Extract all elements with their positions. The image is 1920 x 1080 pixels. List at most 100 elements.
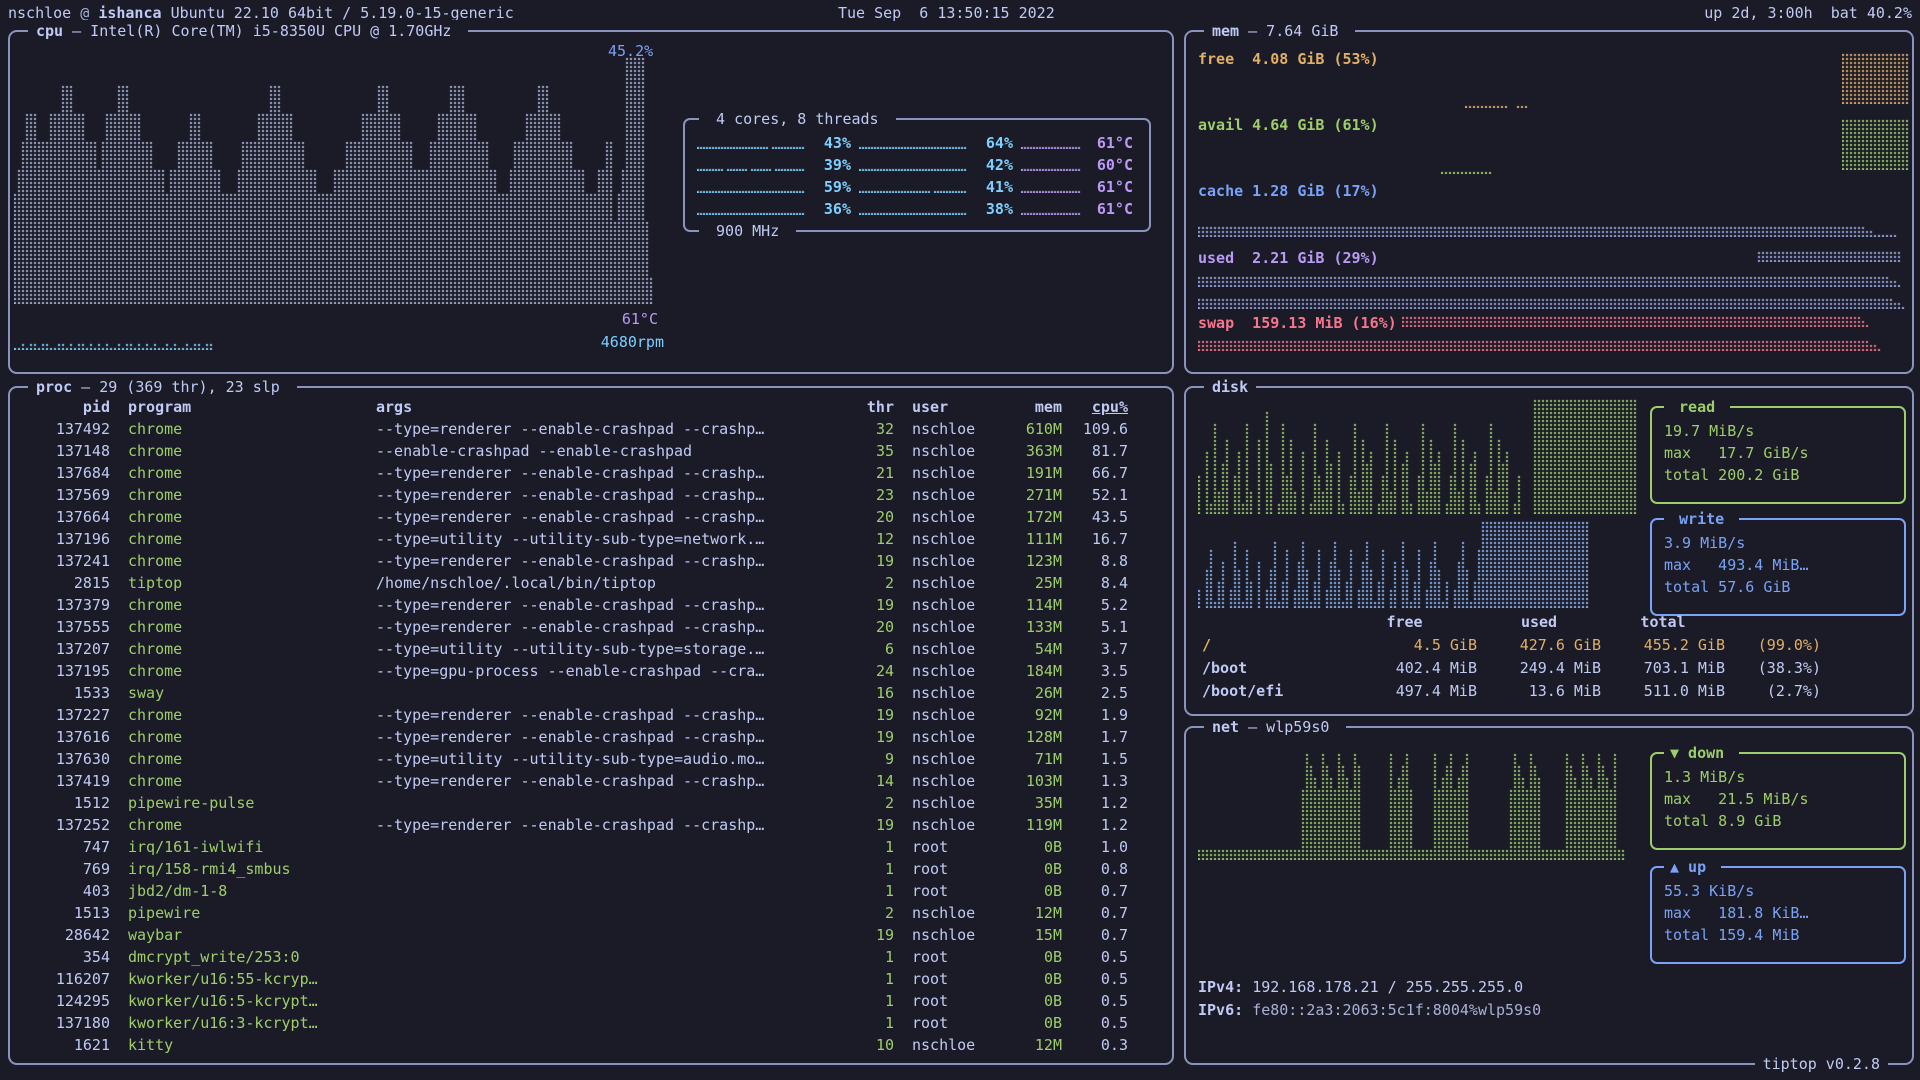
proc-args: --type=renderer --enable-crashpad --cras… xyxy=(376,462,846,484)
proc-args: /home/nschloe/.local/bin/tiptop xyxy=(376,572,846,594)
core-temp-value: 61°C xyxy=(1089,134,1133,152)
thread-load-percent: 43% xyxy=(815,134,851,152)
proc-args: --type=renderer --enable-crashpad --cras… xyxy=(376,418,846,440)
net-up-rate: 55.3 KiB/s xyxy=(1664,880,1892,902)
process-row: 2815 tiptop /home/nschloe/.local/bin/tip… xyxy=(24,572,1164,594)
proc-program: chrome xyxy=(128,770,358,792)
proc-args: --enable-crashpad --enable-crashpad xyxy=(376,440,846,462)
thread-load-sparkline xyxy=(859,137,971,149)
proc-cpu: 0.7 xyxy=(1062,924,1128,946)
net-down-max: max 21.5 MiB/s xyxy=(1664,788,1892,810)
mount-free: 4.5 GiB xyxy=(1332,634,1477,657)
process-row: 1512 pipewire-pulse 2 nschloe 35M 1.2 xyxy=(24,792,1164,814)
proc-args: --type=renderer --enable-crashpad --cras… xyxy=(376,616,846,638)
process-row: 116207 kworker/u16:55-kcryp… 1 root 0B 0… xyxy=(24,968,1164,990)
cpu-panel-title: cpu – Intel(R) Core(TM) i5-8350U CPU @ 1… xyxy=(28,20,468,42)
process-row: 137616 chrome --type=renderer --enable-c… xyxy=(24,726,1164,748)
proc-cpu: 0.5 xyxy=(1062,968,1128,990)
disk-write-total: total 57.6 GiB xyxy=(1664,576,1892,598)
proc-threads: 24 xyxy=(850,660,894,682)
thread-load-sparkline xyxy=(697,181,809,193)
net-up-box: ▲ up 55.3 KiB/s max 181.8 KiB… total 159… xyxy=(1650,866,1906,964)
proc-args xyxy=(376,924,846,946)
proc-user: root xyxy=(912,990,1004,1012)
thread-load-sparkline xyxy=(859,203,971,215)
proc-pid: 137684 xyxy=(24,462,110,484)
proc-mem: 12M xyxy=(1004,902,1062,924)
proc-threads: 10 xyxy=(850,1034,894,1056)
proc-args xyxy=(376,682,846,704)
proc-mem: 172M xyxy=(1004,506,1062,528)
mount-percent: (38.3%) xyxy=(1725,657,1821,680)
proc-args: --type=renderer --enable-crashpad --cras… xyxy=(376,484,846,506)
net-upload-graph xyxy=(1198,862,1638,874)
mount-point: /boot xyxy=(1202,657,1332,680)
proc-threads: 6 xyxy=(850,638,894,660)
col-header-cpu: cpu% xyxy=(1062,396,1128,418)
core-row: 36% 38% 61°C xyxy=(697,198,1149,220)
process-row: 137492 chrome --type=renderer --enable-c… xyxy=(24,418,1164,440)
proc-cpu: 5.1 xyxy=(1062,616,1128,638)
core-temp-sparkline xyxy=(1021,181,1083,193)
proc-cpu: 1.5 xyxy=(1062,748,1128,770)
process-row: 137180 kworker/u16:3-kcrypt… 1 root 0B 0… xyxy=(24,1012,1164,1034)
proc-user: root xyxy=(912,858,1004,880)
proc-mem: 71M xyxy=(1004,748,1062,770)
proc-cpu: 0.5 xyxy=(1062,946,1128,968)
proc-user: root xyxy=(912,1012,1004,1034)
proc-args xyxy=(376,792,846,814)
cpu-fan-value: 4680rpm xyxy=(590,331,664,353)
proc-args xyxy=(376,968,846,990)
proc-user: nschloe xyxy=(912,748,1004,770)
mem-used-graph xyxy=(1198,274,1908,287)
core-temp-sparkline xyxy=(1021,203,1083,215)
process-table-header: pid program args thr user mem cpu% xyxy=(24,396,1164,418)
proc-mem: 271M xyxy=(1004,484,1062,506)
mem-free-label: free 4.08 GiB (53%) xyxy=(1198,48,1379,70)
net-panel-title: net – wlp59s0 xyxy=(1204,716,1346,738)
proc-args xyxy=(376,880,846,902)
process-row: 28642 waybar 19 nschloe 15M 0.7 xyxy=(24,924,1164,946)
mem-free-graph xyxy=(1198,100,1908,112)
proc-user: nschloe xyxy=(912,462,1004,484)
thread-load-percent: 59% xyxy=(815,178,851,196)
proc-cpu: 1.0 xyxy=(1062,836,1128,858)
proc-user: nschloe xyxy=(912,440,1004,462)
proc-pid: 137241 xyxy=(24,550,110,572)
cpu-current-percent: 45.2% xyxy=(608,40,653,62)
proc-args: --type=renderer --enable-crashpad --cras… xyxy=(376,594,846,616)
cpu-fan-sparkline xyxy=(14,338,218,350)
proc-pid: 1513 xyxy=(24,902,110,924)
process-row: 137555 chrome --type=renderer --enable-c… xyxy=(24,616,1164,638)
proc-args xyxy=(376,1034,846,1056)
process-row: 354 dmcrypt_write/253:0 1 root 0B 0.5 xyxy=(24,946,1164,968)
process-row: 137419 chrome --type=renderer --enable-c… xyxy=(24,770,1164,792)
proc-panel-title: proc – 29 (369 thr), 23 slp xyxy=(28,376,297,398)
core-temp-value: 61°C xyxy=(1089,200,1133,218)
disk-write-rate: 3.9 MiB/s xyxy=(1664,532,1892,554)
mount-percent: (2.7%) xyxy=(1725,680,1821,703)
thread-load-sparkline xyxy=(697,203,809,215)
ipv6-label: IPv6: xyxy=(1198,1001,1252,1019)
proc-mem: 0B xyxy=(1004,836,1062,858)
proc-program: chrome xyxy=(128,440,358,462)
disk-write-box: write 3.9 MiB/s max 493.4 MiB… total 57.… xyxy=(1650,518,1906,616)
mem-avail-graph-cluster xyxy=(1441,162,1497,174)
proc-pid: 137180 xyxy=(24,1012,110,1034)
proc-program: chrome xyxy=(128,814,358,836)
proc-threads: 35 xyxy=(850,440,894,462)
proc-pid: 124295 xyxy=(24,990,110,1012)
proc-user: nschloe xyxy=(912,616,1004,638)
process-table: pid program args thr user mem cpu% 13749… xyxy=(24,396,1164,1056)
proc-pid: 1512 xyxy=(24,792,110,814)
proc-user: root xyxy=(912,946,1004,968)
proc-program: jbd2/dm-1-8 xyxy=(128,880,358,902)
proc-mem: 184M xyxy=(1004,660,1062,682)
proc-program: chrome xyxy=(128,462,358,484)
mem-cache-graph xyxy=(1198,224,1908,237)
proc-cpu: 0.5 xyxy=(1062,1012,1128,1034)
disk-mount-row: /boot/efi 497.4 MiB 13.6 MiB 511.0 MiB (… xyxy=(1202,680,1886,703)
core-temp-sparkline xyxy=(1021,137,1083,149)
mount-free: 497.4 MiB xyxy=(1332,680,1477,703)
mem-avail-label: avail 4.64 GiB (61%) xyxy=(1198,114,1379,136)
